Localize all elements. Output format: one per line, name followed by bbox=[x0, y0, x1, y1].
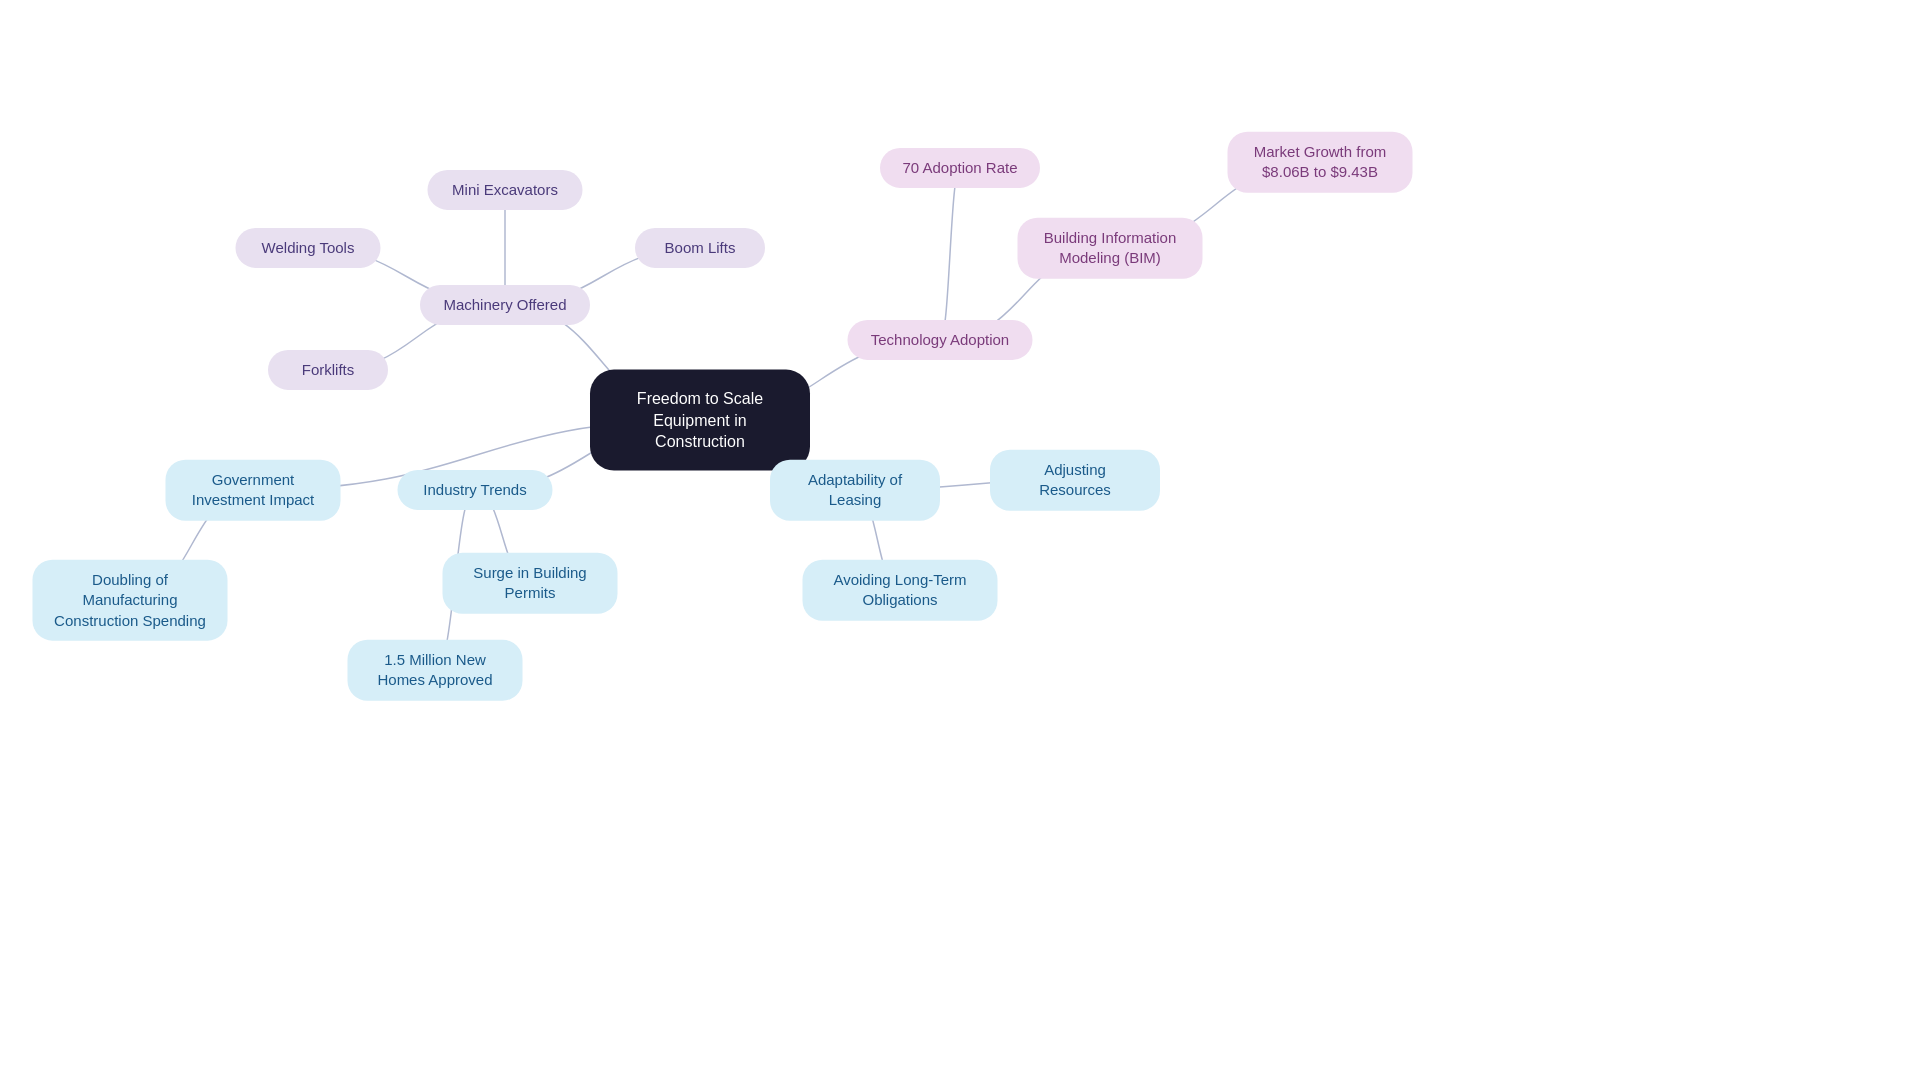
mind-map-container: Freedom to Scale Equipment in Constructi… bbox=[0, 0, 1920, 1083]
node-label-center: Freedom to Scale Equipment in Constructi… bbox=[614, 388, 786, 453]
node-label-manufacturing-spending: Doubling of Manufacturing Construction S… bbox=[51, 570, 210, 631]
node-label-technology-adoption: Technology Adoption bbox=[871, 330, 1009, 350]
node-label-industry-trends: Industry Trends bbox=[423, 480, 526, 500]
node-label-welding-tools: Welding Tools bbox=[262, 238, 355, 258]
node-label-new-homes: 1.5 Million New Homes Approved bbox=[366, 650, 505, 691]
node-technology-adoption: Technology Adoption bbox=[848, 320, 1033, 360]
node-label-long-term: Avoiding Long-Term Obligations bbox=[821, 570, 980, 611]
node-market-growth: Market Growth from $8.06B to $9.43B bbox=[1228, 132, 1413, 193]
node-welding-tools: Welding Tools bbox=[236, 228, 381, 268]
node-mini-excavators: Mini Excavators bbox=[428, 170, 583, 210]
node-center: Freedom to Scale Equipment in Constructi… bbox=[590, 370, 810, 471]
node-label-adjusting-resources: Adjusting Resources bbox=[1008, 460, 1142, 501]
node-label-building-permits: Surge in Building Permits bbox=[461, 563, 600, 604]
node-machinery: Machinery Offered bbox=[420, 285, 590, 325]
node-adaptability: Adaptability of Leasing bbox=[770, 460, 940, 521]
node-label-adaptability: Adaptability of Leasing bbox=[788, 470, 922, 511]
node-building-permits: Surge in Building Permits bbox=[443, 553, 618, 614]
node-label-forklifts: Forklifts bbox=[302, 360, 355, 380]
node-label-boom-lifts: Boom Lifts bbox=[665, 238, 736, 258]
node-label-mini-excavators: Mini Excavators bbox=[452, 180, 558, 200]
node-forklifts: Forklifts bbox=[268, 350, 388, 390]
node-label-adoption-rate: 70 Adoption Rate bbox=[902, 158, 1017, 178]
connection-technology-adoption-adoption-rate bbox=[940, 168, 960, 340]
node-label-market-growth: Market Growth from $8.06B to $9.43B bbox=[1246, 142, 1395, 183]
node-adjusting-resources: Adjusting Resources bbox=[990, 450, 1160, 511]
node-label-gov-investment: Government Investment Impact bbox=[184, 470, 323, 511]
node-long-term: Avoiding Long-Term Obligations bbox=[803, 560, 998, 621]
node-label-machinery: Machinery Offered bbox=[443, 295, 566, 315]
node-new-homes: 1.5 Million New Homes Approved bbox=[348, 640, 523, 701]
node-bim: Building Information Modeling (BIM) bbox=[1018, 218, 1203, 279]
node-manufacturing-spending: Doubling of Manufacturing Construction S… bbox=[33, 560, 228, 641]
node-boom-lifts: Boom Lifts bbox=[635, 228, 765, 268]
node-industry-trends: Industry Trends bbox=[398, 470, 553, 510]
node-label-bim: Building Information Modeling (BIM) bbox=[1036, 228, 1185, 269]
node-gov-investment: Government Investment Impact bbox=[166, 460, 341, 521]
node-adoption-rate: 70 Adoption Rate bbox=[880, 148, 1040, 188]
